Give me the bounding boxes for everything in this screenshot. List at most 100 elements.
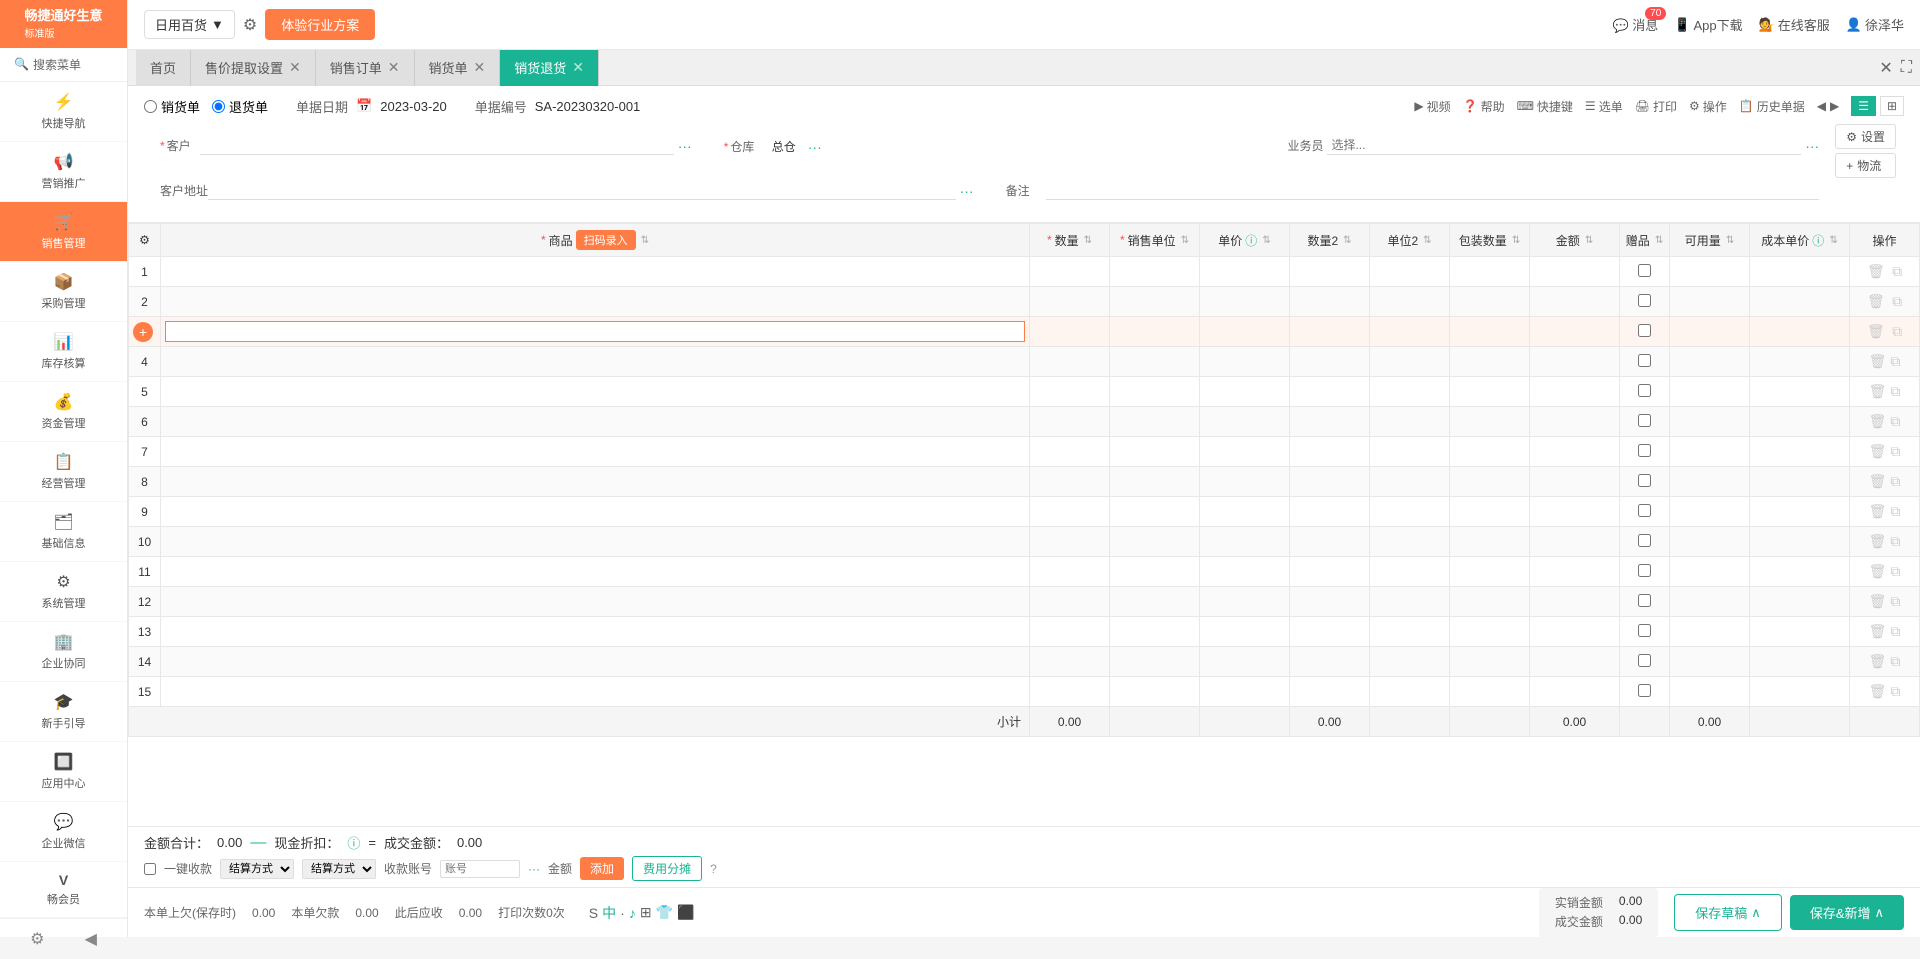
gift-checkbox[interactable] [1638, 624, 1651, 637]
gift-checkbox[interactable] [1638, 504, 1651, 517]
sidebar-item-apps[interactable]: 🔲 应用中心 [0, 742, 127, 802]
prev-doc-icon[interactable]: ◀ [1817, 99, 1826, 113]
maximize-icon[interactable]: ⛶ [1901, 59, 1912, 77]
logistics-btn[interactable]: + 物流 [1835, 153, 1896, 178]
gift-checkbox[interactable] [1638, 354, 1651, 367]
sidebar-item-guide[interactable]: 🎓 新手引导 [0, 682, 127, 742]
product-cell[interactable] [161, 257, 1030, 287]
experience-btn[interactable]: 体验行业方案 [265, 9, 375, 40]
copy-row-icon[interactable]: ⧉ [1890, 443, 1900, 459]
quantity-cell[interactable] [1030, 257, 1110, 287]
close-icon[interactable]: ✕ [289, 59, 301, 76]
close-icon[interactable]: ✕ [474, 59, 486, 76]
copy-row-icon[interactable]: ⧉ [1890, 473, 1900, 489]
sidebar-item-inventory[interactable]: 📊 库存核算 [0, 322, 127, 382]
industry-dropdown[interactable]: 日用百货 ▼ [144, 10, 235, 39]
delete-row-icon[interactable]: 🗑 [1869, 353, 1887, 369]
date-value[interactable]: 2023-03-20 [380, 99, 447, 114]
sidebar-item-system[interactable]: ⚙ 系统管理 [0, 562, 127, 622]
delete-row-icon[interactable]: 🗑 [1867, 263, 1885, 279]
delete-row-icon[interactable]: 🗑 [1869, 443, 1887, 459]
tab-home[interactable]: 首页 [136, 50, 191, 86]
copy-row-icon[interactable]: ⧉ [1890, 563, 1900, 579]
copy-row-icon[interactable]: ⧉ [1890, 653, 1900, 669]
print-btn[interactable]: 🖨 打印 [1635, 98, 1677, 115]
doc-no-value[interactable]: SA-20230320-001 [535, 99, 641, 114]
shortcut-btn[interactable]: ⌨ 快捷键 [1517, 98, 1573, 115]
available-cell[interactable] [1670, 257, 1750, 287]
delete-row-icon[interactable]: 🗑 [1869, 593, 1887, 609]
copy-row-icon[interactable]: ⧉ [1890, 383, 1900, 399]
form-settings-btn[interactable]: ⚙ 设置 [1835, 124, 1896, 149]
quantity2-cell[interactable] [1290, 317, 1370, 347]
sidebar-item-member[interactable]: V 畅会员 [0, 862, 127, 918]
fee-split-btn[interactable]: 费用分摊 [632, 856, 702, 881]
delete-row-icon[interactable]: 🗑 [1869, 563, 1887, 579]
quantity-cell[interactable] [1030, 287, 1110, 317]
copy-row-icon[interactable]: ⧉ [1890, 623, 1900, 639]
add-row-btn[interactable]: + [133, 322, 153, 342]
sidebar-item-wechat[interactable]: 💬 企业微信 [0, 802, 127, 862]
delete-row-icon[interactable]: 🗑 [1869, 383, 1887, 399]
copy-row-icon[interactable]: ⧉ [1890, 533, 1900, 549]
gift-checkbox[interactable] [1638, 414, 1651, 427]
unit2-cell[interactable] [1370, 257, 1450, 287]
app-download-btn[interactable]: 📱 App下载 [1674, 15, 1742, 34]
copy-row-icon[interactable]: ⧉ [1890, 683, 1900, 699]
unit-price-cell[interactable] [1200, 257, 1290, 287]
account-input[interactable] [440, 860, 520, 878]
close-icon[interactable]: ✕ [572, 59, 584, 76]
list-view-btn[interactable]: ☰ [1851, 96, 1876, 116]
sales-unit-cell[interactable] [1110, 317, 1200, 347]
cost-price-cell[interactable] [1750, 287, 1850, 317]
next-doc-icon[interactable]: ▶ [1830, 99, 1839, 113]
delete-row-icon[interactable]: 🗑 [1867, 293, 1885, 309]
cost-price-cell[interactable] [1750, 257, 1850, 287]
delete-row-icon[interactable]: 🗑 [1869, 533, 1887, 549]
gift-checkbox[interactable] [1638, 534, 1651, 547]
sidebar-item-finance[interactable]: 💰 资金管理 [0, 382, 127, 442]
amount-cell[interactable] [1530, 287, 1620, 317]
settle-method-select[interactable]: 结算方式 [220, 859, 294, 879]
online-service-btn[interactable]: 💁 在线客服 [1759, 15, 1830, 34]
cost-price-cell[interactable] [1750, 317, 1850, 347]
history-btn[interactable]: 📋 历史单据 [1739, 98, 1805, 115]
user-profile-btn[interactable]: 👤 徐泽华 [1846, 15, 1904, 34]
copy-row-icon[interactable]: ⧉ [1890, 503, 1900, 519]
tab-price-setting[interactable]: 售价提取设置 ✕ [191, 50, 316, 86]
close-icon[interactable]: ✕ [388, 59, 400, 76]
salesperson-input[interactable] [1327, 136, 1801, 155]
tab-sales-delivery[interactable]: 销货单 ✕ [415, 50, 501, 86]
calc-method-select[interactable]: 结算方式 [302, 859, 376, 879]
quantity2-cell[interactable] [1290, 257, 1370, 287]
add-payment-btn[interactable]: 添加 [580, 857, 624, 880]
copy-row-icon[interactable]: ⧉ [1892, 293, 1902, 309]
message-btn[interactable]: 💬 70 消息 [1612, 15, 1658, 34]
available-cell[interactable] [1670, 287, 1750, 317]
sales-unit-cell[interactable] [1110, 287, 1200, 317]
help-btn[interactable]: ❓ 帮助 [1463, 98, 1505, 115]
dots-account[interactable]: ··· [528, 862, 540, 876]
sidebar-collapse-icon[interactable]: ◀ [85, 929, 97, 949]
sidebar-item-sales[interactable]: 🛒 销售管理 [0, 202, 127, 262]
amount-cell[interactable] [1530, 317, 1620, 347]
address-input[interactable] [208, 181, 956, 200]
sidebar-item-base[interactable]: 🗂 基础信息 [0, 502, 127, 562]
customer-picker-btn[interactable]: ··· [678, 138, 692, 154]
amount-cell[interactable] [1530, 257, 1620, 287]
gift-cell[interactable] [1620, 317, 1670, 347]
product-cell-active[interactable] [161, 317, 1030, 347]
radio-sales-delivery[interactable]: 销货单 [144, 97, 200, 116]
unit2-cell[interactable] [1370, 317, 1450, 347]
delete-row-icon[interactable]: 🗑 [1869, 473, 1887, 489]
tool-icon-2[interactable]: 中 [602, 903, 616, 923]
select-btn[interactable]: ☰ 选单 [1585, 98, 1623, 115]
delete-row-icon[interactable]: 🗑 [1869, 503, 1887, 519]
tab-sales-order[interactable]: 销售订单 ✕ [316, 50, 415, 86]
tool-icon-6[interactable]: 👕 [656, 904, 673, 921]
tool-icon-7[interactable]: ⬛ [677, 904, 694, 921]
unit-price-cell[interactable] [1200, 287, 1290, 317]
sidebar-item-enterprise[interactable]: 🏢 企业协同 [0, 622, 127, 682]
copy-row-icon[interactable]: ⧉ [1890, 353, 1900, 369]
sidebar-item-marketing[interactable]: 📢 营销推广 [0, 142, 127, 202]
